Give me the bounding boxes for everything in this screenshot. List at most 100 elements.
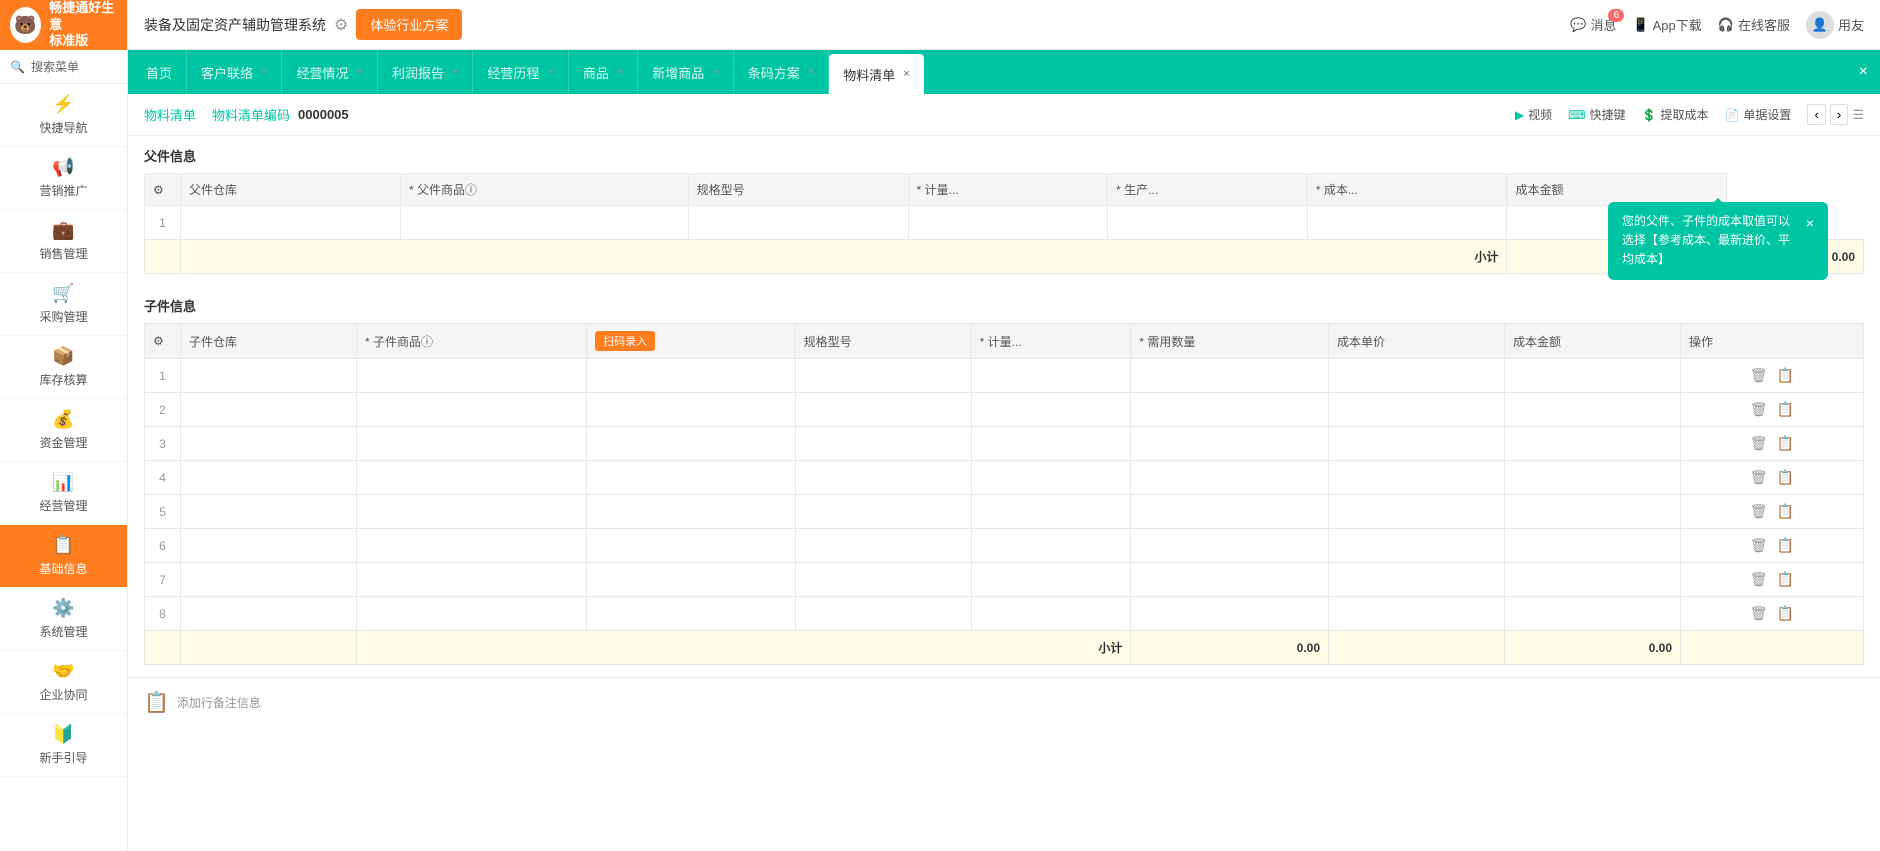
- child-unit-price-cell[interactable]: [1329, 427, 1505, 461]
- child-warehouse-cell[interactable]: [181, 597, 357, 631]
- child-goods-cell[interactable]: [357, 597, 587, 631]
- child-quantity-cell[interactable]: [1131, 529, 1329, 563]
- copy-icon[interactable]: 📋: [1777, 469, 1794, 485]
- child-goods-cell[interactable]: [357, 495, 587, 529]
- sidebar-item-operations[interactable]: 📊 经营管理: [0, 462, 127, 525]
- sidebar-item-basic-info[interactable]: 📋 基础信息: [0, 525, 127, 588]
- child-warehouse-cell[interactable]: [181, 495, 357, 529]
- tab-business[interactable]: 经营情况 ×: [282, 50, 377, 94]
- child-spec-cell[interactable]: [795, 461, 971, 495]
- child-quantity-cell[interactable]: [1131, 495, 1329, 529]
- child-unit-cell[interactable]: [971, 427, 1131, 461]
- scan-button[interactable]: 扫码录入: [595, 331, 655, 351]
- tab-new-goods[interactable]: 新增商品 ×: [638, 50, 733, 94]
- child-spec-cell[interactable]: [795, 359, 971, 393]
- child-spec-cell[interactable]: [795, 529, 971, 563]
- child-unit-cell[interactable]: [971, 393, 1131, 427]
- trial-button[interactable]: 体验行业方案: [356, 9, 462, 40]
- message-action[interactable]: 💬 消息 6: [1570, 15, 1616, 34]
- tab-new-goods-close[interactable]: ×: [712, 66, 718, 78]
- child-goods-cell[interactable]: [357, 427, 587, 461]
- delete-icon[interactable]: 🗑: [1750, 469, 1768, 485]
- sidebar-item-quick-nav[interactable]: ⚡ 快捷导航: [0, 84, 127, 147]
- child-warehouse-cell[interactable]: [181, 529, 357, 563]
- child-unit-cell[interactable]: [971, 495, 1131, 529]
- parent-unit-cell[interactable]: [908, 206, 1108, 240]
- child-unit-price-cell[interactable]: [1329, 597, 1505, 631]
- delete-icon[interactable]: 🗑: [1750, 435, 1768, 451]
- delete-icon[interactable]: 🗑: [1750, 367, 1768, 383]
- child-scan-cell[interactable]: [587, 393, 795, 427]
- child-scan-cell[interactable]: [587, 529, 795, 563]
- parent-warehouse-cell[interactable]: [181, 206, 401, 240]
- child-scan-cell[interactable]: [587, 359, 795, 393]
- delete-icon[interactable]: 🗑: [1750, 503, 1768, 519]
- tab-bom-close[interactable]: ×: [903, 68, 909, 80]
- child-scan-cell[interactable]: [587, 427, 795, 461]
- copy-icon[interactable]: 📋: [1777, 503, 1794, 519]
- child-scan-cell[interactable]: [587, 597, 795, 631]
- child-unit-cell[interactable]: [971, 563, 1131, 597]
- child-unit-cell[interactable]: [971, 359, 1131, 393]
- tab-history[interactable]: 经营历程 ×: [473, 50, 568, 94]
- tab-barcode-close[interactable]: ×: [808, 66, 814, 78]
- child-unit-price-cell[interactable]: [1329, 563, 1505, 597]
- setting-button[interactable]: 📄 单据设置: [1724, 106, 1791, 123]
- copy-icon[interactable]: 📋: [1777, 401, 1794, 417]
- list-view-icon[interactable]: ☰: [1852, 107, 1864, 123]
- tab-history-close[interactable]: ×: [547, 66, 553, 78]
- child-warehouse-cell[interactable]: [181, 359, 357, 393]
- tooltip-close-button[interactable]: ×: [1806, 212, 1814, 234]
- next-page-button[interactable]: ›: [1830, 104, 1848, 125]
- child-goods-cell[interactable]: [357, 359, 587, 393]
- online-service-action[interactable]: 🎧 在线客服: [1718, 15, 1790, 34]
- app-download-action[interactable]: 📱 App下载: [1632, 15, 1701, 34]
- child-unit-price-cell[interactable]: [1329, 461, 1505, 495]
- child-warehouse-cell[interactable]: [181, 393, 357, 427]
- shortcut-button[interactable]: ⌨ 快捷键: [1568, 106, 1625, 123]
- child-unit-cell[interactable]: [971, 529, 1131, 563]
- delete-icon[interactable]: 🗑: [1750, 401, 1768, 417]
- child-spec-cell[interactable]: [795, 393, 971, 427]
- child-unit-price-cell[interactable]: [1329, 359, 1505, 393]
- prev-page-button[interactable]: ‹: [1807, 104, 1825, 125]
- child-warehouse-cell[interactable]: [181, 563, 357, 597]
- copy-icon[interactable]: 📋: [1777, 537, 1794, 553]
- child-goods-cell[interactable]: [357, 393, 587, 427]
- view-button[interactable]: ▶ 视频: [1515, 106, 1552, 123]
- child-scan-cell[interactable]: [587, 495, 795, 529]
- delete-icon[interactable]: 🗑: [1750, 537, 1768, 553]
- tab-goods-close[interactable]: ×: [617, 66, 623, 78]
- child-unit-price-cell[interactable]: [1329, 393, 1505, 427]
- copy-icon[interactable]: 📋: [1777, 605, 1794, 621]
- child-spec-cell[interactable]: [795, 563, 971, 597]
- child-scan-cell[interactable]: [587, 563, 795, 597]
- sidebar-item-marketing[interactable]: 📢 营销推广: [0, 147, 127, 210]
- parent-spec-cell[interactable]: [688, 206, 908, 240]
- sidebar-item-purchase[interactable]: 🛒 采购管理: [0, 273, 127, 336]
- parent-col-settings[interactable]: ⚙: [145, 174, 181, 206]
- tab-customer[interactable]: 客户联络 ×: [187, 50, 282, 94]
- child-spec-cell[interactable]: [795, 495, 971, 529]
- sidebar-item-inventory[interactable]: 📦 库存核算: [0, 336, 127, 399]
- tab-goods[interactable]: 商品 ×: [569, 50, 638, 94]
- parent-production-cell[interactable]: [1108, 206, 1308, 240]
- add-note-icon[interactable]: 📋: [144, 690, 169, 715]
- sidebar-item-finance[interactable]: 💰 资金管理: [0, 399, 127, 462]
- child-unit-cell[interactable]: [971, 597, 1131, 631]
- child-goods-cell[interactable]: [357, 461, 587, 495]
- tab-home[interactable]: 首页: [132, 50, 187, 94]
- tab-customer-close[interactable]: ×: [261, 66, 267, 78]
- cost-button[interactable]: 💲 提取成本: [1642, 106, 1709, 123]
- copy-icon[interactable]: 📋: [1777, 435, 1794, 451]
- tab-profit[interactable]: 利润报告 ×: [378, 50, 473, 94]
- child-quantity-cell[interactable]: [1131, 427, 1329, 461]
- child-col-settings[interactable]: ⚙: [145, 324, 181, 359]
- child-goods-cell[interactable]: [357, 563, 587, 597]
- copy-icon[interactable]: 📋: [1777, 571, 1794, 587]
- child-unit-price-cell[interactable]: [1329, 529, 1505, 563]
- settings-icon[interactable]: ⚙: [334, 15, 348, 35]
- copy-icon[interactable]: 📋: [1777, 367, 1794, 383]
- child-quantity-cell[interactable]: [1131, 393, 1329, 427]
- close-all-tabs[interactable]: ×: [1847, 50, 1880, 94]
